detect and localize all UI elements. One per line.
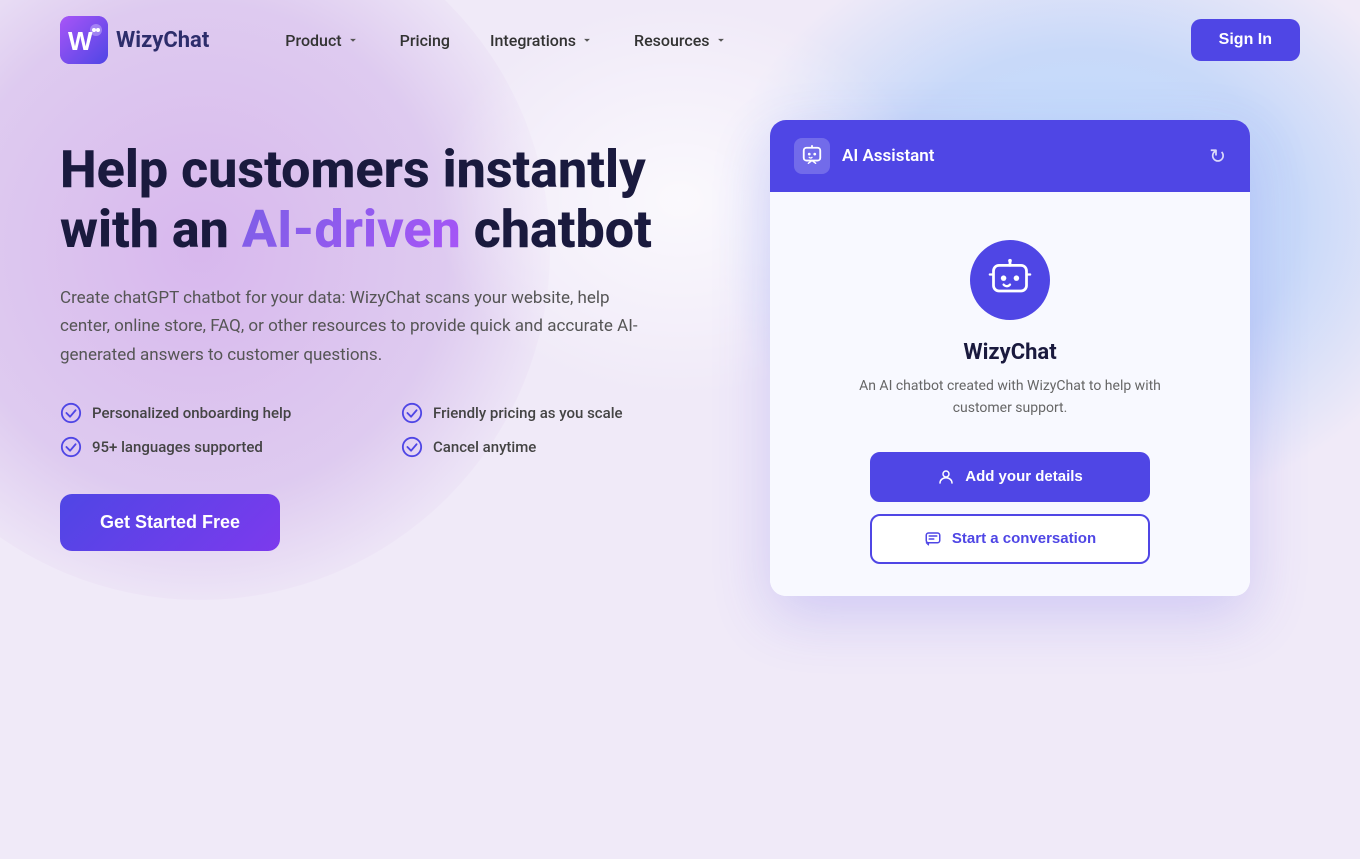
chevron-down-icon xyxy=(346,33,360,47)
bot-avatar xyxy=(970,240,1050,320)
chat-header-left: AI Assistant xyxy=(794,138,935,174)
check-icon-4 xyxy=(401,436,423,458)
user-icon xyxy=(937,468,955,486)
chat-body: WizyChat An AI chatbot created with Wizy… xyxy=(770,192,1250,596)
chat-header-icon xyxy=(794,138,830,174)
chat-header-title: AI Assistant xyxy=(842,146,935,166)
chevron-down-icon-2 xyxy=(580,33,594,47)
hero-left: Help customers instantlywith an AI-drive… xyxy=(60,120,710,551)
add-details-button[interactable]: Add your details xyxy=(870,452,1150,502)
logo-link[interactable]: W WizyChat xyxy=(60,16,209,64)
svg-text:W: W xyxy=(68,26,93,56)
sign-in-button[interactable]: Sign In xyxy=(1191,19,1300,61)
start-conversation-button[interactable]: Start a conversation xyxy=(870,514,1150,564)
nav-item-product[interactable]: Product xyxy=(269,23,375,58)
chevron-down-icon-3 xyxy=(714,33,728,47)
bot-description: An AI chatbot created with WizyChat to h… xyxy=(850,375,1170,420)
bot-name: WizyChat xyxy=(963,340,1056,365)
chat-bot-icon xyxy=(801,145,823,167)
feature-onboarding: Personalized onboarding help xyxy=(60,402,369,424)
check-icon-3 xyxy=(60,436,82,458)
refresh-icon[interactable]: ↻ xyxy=(1209,144,1226,168)
features-grid: Personalized onboarding help Friendly pr… xyxy=(60,402,710,458)
nav-item-resources[interactable]: Resources xyxy=(618,23,744,58)
check-icon-2 xyxy=(401,402,423,424)
hero-section: Help customers instantlywith an AI-drive… xyxy=(0,80,1360,596)
get-started-button[interactable]: Get Started Free xyxy=(60,494,280,551)
feature-pricing: Friendly pricing as you scale xyxy=(401,402,710,424)
navbar: W WizyChat Product Pricing Integrations … xyxy=(0,0,1360,80)
feature-cancel: Cancel anytime xyxy=(401,436,710,458)
nav-item-pricing[interactable]: Pricing xyxy=(384,23,466,58)
nav-item-integrations[interactable]: Integrations xyxy=(474,23,610,58)
hero-description: Create chatGPT chatbot for your data: Wi… xyxy=(60,284,640,371)
feature-languages: 95+ languages supported xyxy=(60,436,369,458)
chat-header: AI Assistant ↻ xyxy=(770,120,1250,192)
hero-right: AI Assistant ↻ WizyCha xyxy=(770,120,1250,596)
check-icon-1 xyxy=(60,402,82,424)
message-icon xyxy=(924,530,942,548)
logo-text: WizyChat xyxy=(116,28,209,53)
nav-links: Product Pricing Integrations Resources xyxy=(269,23,743,58)
bot-avatar-icon xyxy=(988,258,1032,302)
chat-widget: AI Assistant ↻ WizyCha xyxy=(770,120,1250,596)
hero-headline: Help customers instantlywith an AI-drive… xyxy=(60,140,710,260)
logo-icon: W xyxy=(60,16,108,64)
